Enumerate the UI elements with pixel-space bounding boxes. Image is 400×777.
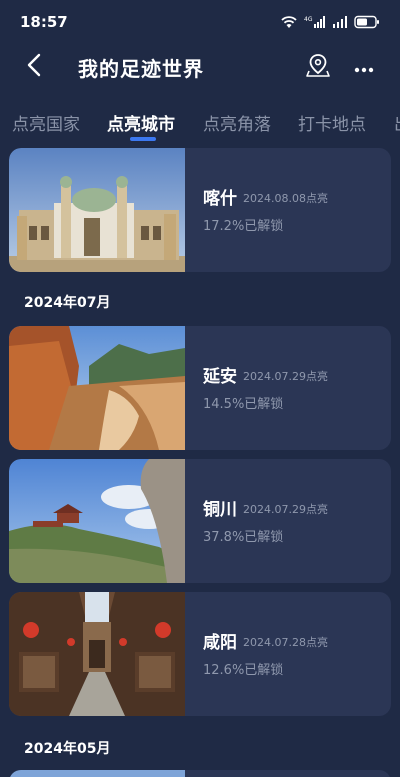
tab-more-partial[interactable]: 出 [394,110,400,135]
page-title: 我的足迹世界 [78,57,204,81]
city-card-partial[interactable] [9,770,391,777]
city-card-tongchuan[interactable]: 铜川 2024.07.29点亮 37.8%已解锁 [9,459,391,583]
active-tab-indicator [130,137,156,141]
tab-countries[interactable]: 点亮国家 [12,110,80,135]
city-lit-date: 2024.07.29点亮 [243,503,328,516]
city-photo-partial [9,770,185,777]
battery-icon [354,15,380,29]
city-lit-date: 2024.07.28点亮 [243,636,328,649]
city-lit-date: 2024.08.08点亮 [243,192,328,205]
status-bar: 18:57 4G [0,0,400,44]
map-pin-icon [305,52,331,82]
back-button[interactable] [20,52,48,82]
city-unlock-progress: 37.8%已解锁 [203,530,284,545]
status-icons: 4G [280,15,380,29]
city-list: 喀什 2024.08.08点亮 17.2%已解锁 2024年07月 延安 202… [0,146,400,777]
section-header-2024-07: 2024年07月 [24,295,111,311]
city-unlock-progress: 17.2%已解锁 [203,219,284,234]
city-card-xianyang[interactable]: 咸阳 2024.07.28点亮 12.6%已解锁 [9,592,391,716]
city-name: 铜川 [203,500,237,520]
city-card-kashgar[interactable]: 喀什 2024.08.08点亮 17.2%已解锁 [9,148,391,272]
city-unlock-progress: 14.5%已解锁 [203,397,284,412]
tab-checkin-places[interactable]: 打卡地点 [298,110,366,135]
wifi-icon [280,15,298,29]
city-lit-date: 2024.07.29点亮 [243,370,328,383]
back-arrow-icon [27,53,41,81]
section-header-2024-05: 2024年05月 [24,741,111,757]
city-name: 喀什 [203,189,237,209]
tab-corners[interactable]: 点亮角落 [203,110,271,135]
city-name: 延安 [203,367,237,387]
app-header: 我的足迹世界 [0,44,400,90]
city-photo-yanan [9,326,185,450]
more-options-button[interactable] [350,52,378,82]
map-location-button[interactable] [304,52,332,82]
city-name: 咸阳 [203,633,237,653]
more-dots-icon [354,58,374,77]
signal-icon [332,15,348,29]
city-photo-xianyang [9,592,185,716]
cellular-signal-icon: 4G [304,15,326,29]
city-unlock-progress: 12.6%已解锁 [203,663,284,678]
network-type-label: 4G [304,16,313,23]
city-card-yanan[interactable]: 延安 2024.07.29点亮 14.5%已解锁 [9,326,391,450]
tab-cities[interactable]: 点亮城市 [107,110,175,135]
tab-bar: 点亮国家 点亮城市 点亮角落 打卡地点 出 [0,100,400,146]
city-photo-tongchuan [9,459,185,583]
city-photo-kashgar [9,148,185,272]
status-time: 18:57 [20,13,68,31]
